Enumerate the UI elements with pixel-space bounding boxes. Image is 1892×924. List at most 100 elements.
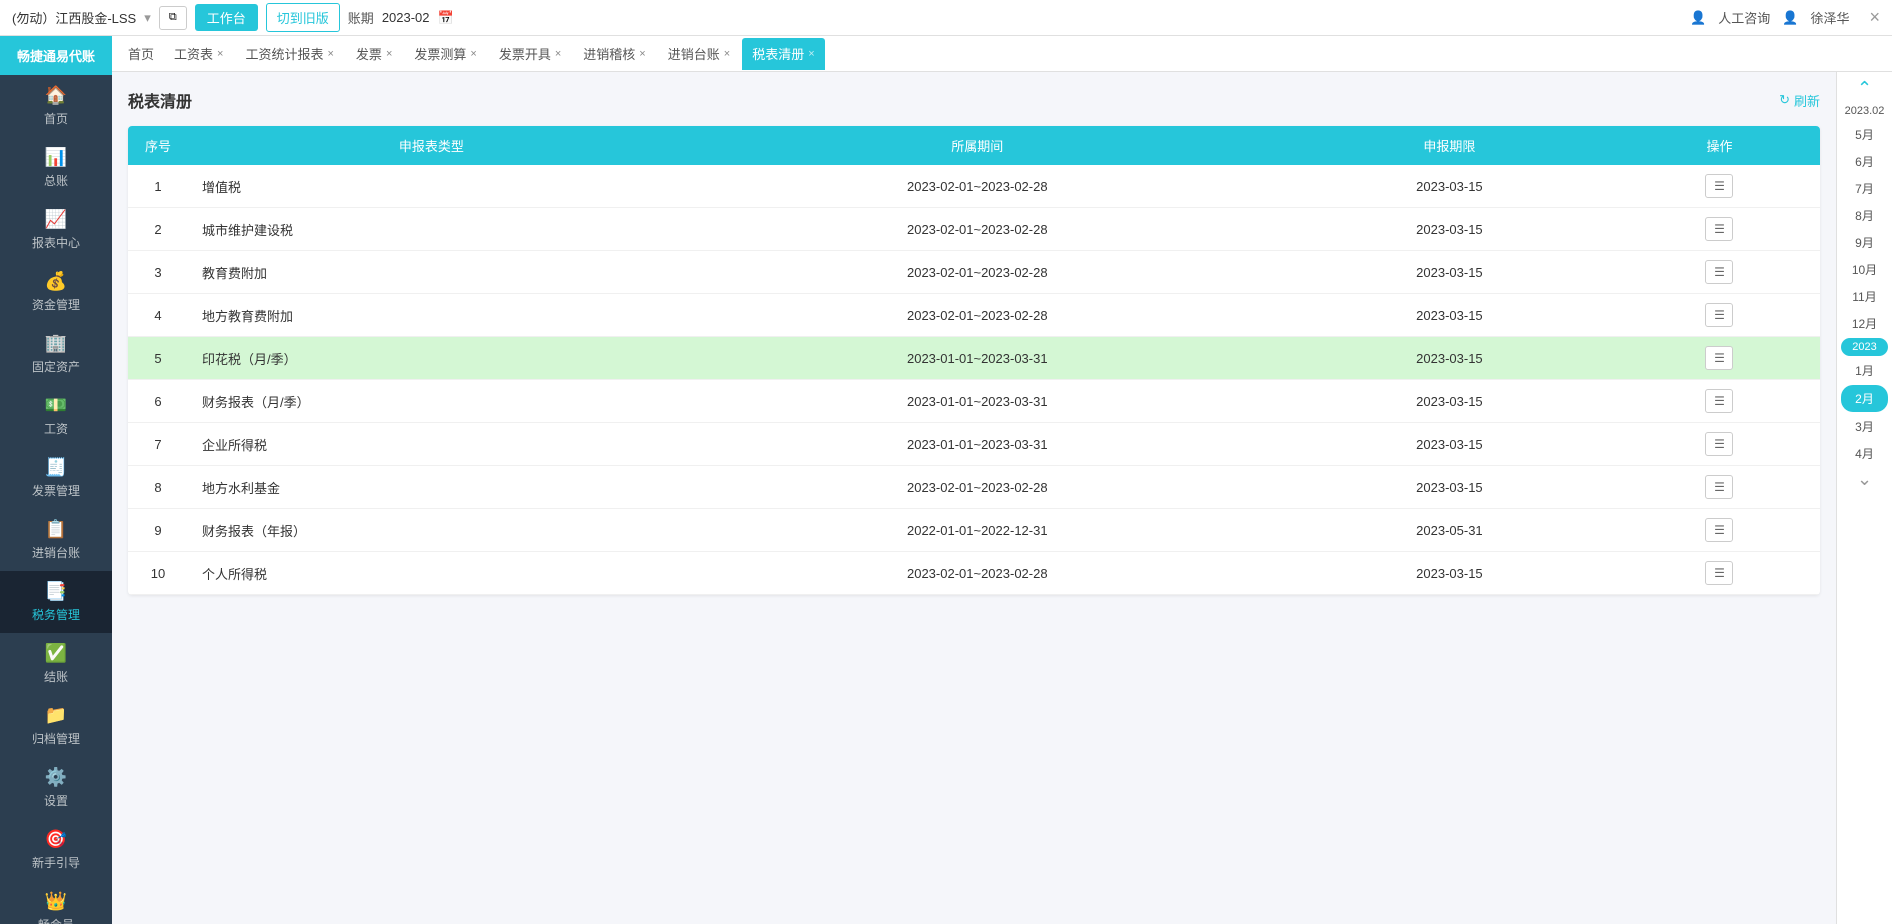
tab-salary[interactable]: 工资表 × [164,38,233,70]
cell-period: 2023-02-01~2023-02-28 [675,208,1280,251]
close-icon[interactable]: × [1869,7,1880,28]
sidebar-item-purchase[interactable]: 📋 进销台账 [0,509,112,571]
period-month-3[interactable]: 3月 [1837,413,1892,440]
tab-invoice-open[interactable]: 发票开具 × [489,38,571,70]
sidebar-item-guide[interactable]: 🎯 新手引导 [0,819,112,881]
period-month-6[interactable]: 6月 [1837,148,1892,175]
sidebar-item-ledger[interactable]: 📊 总账 [0,137,112,199]
sidebar-item-settings[interactable]: ⚙️ 设置 [0,757,112,819]
sidebar-item-label-vip: 畅会员 [38,916,74,924]
fund-icon: 💰 [45,271,67,292]
cell-no: 10 [128,552,188,595]
tax-icon: 📑 [45,581,67,602]
action-detail-button[interactable]: ☰ [1705,303,1733,327]
period-month-2[interactable]: 2月 [1841,385,1888,412]
user-name[interactable]: 徐泽华 [1810,8,1849,27]
purchase-icon: 📋 [45,519,67,540]
tab-salary-report[interactable]: 工资统计报表 × [235,38,343,70]
tab-home[interactable]: 首页 [120,38,162,70]
cell-action: ☰ [1619,208,1820,251]
table-row: 8 地方水利基金 2023-02-01~2023-02-28 2023-03-1… [128,466,1820,509]
period-month-7[interactable]: 7月 [1837,175,1892,202]
tab-purchase-check-close[interactable]: × [639,48,645,60]
cell-no: 5 [128,337,188,380]
tab-tax-list[interactable]: 税表清册 × [742,38,824,70]
period-month-10[interactable]: 10月 [1837,256,1892,283]
cell-deadline: 2023-03-15 [1280,423,1619,466]
tab-invoice[interactable]: 发票 × [346,38,402,70]
period-month-1[interactable]: 1月 [1837,357,1892,384]
sidebar-item-invoice[interactable]: 🧾 发票管理 [0,447,112,509]
table-row: 6 财务报表（月/季） 2023-01-01~2023-03-31 2023-0… [128,380,1820,423]
report-icon: 📈 [45,209,67,230]
action-detail-button[interactable]: ☰ [1705,518,1733,542]
period-value: 2023-02 [382,10,430,25]
sidebar-item-label-settings: 设置 [44,792,68,809]
calendar-icon[interactable]: 📅 [438,10,454,26]
refresh-label: 刷新 [1794,91,1820,110]
copy-button[interactable]: ⧉ [159,6,187,30]
tab-salary-label: 工资表 [174,44,213,63]
period-month-9[interactable]: 9月 [1837,229,1892,256]
tab-invoice-open-close[interactable]: × [555,48,561,60]
sidebar-item-vip[interactable]: 👑 畅会员 [0,881,112,924]
refresh-button[interactable]: ↻ 刷新 [1779,91,1820,110]
action-detail-button[interactable]: ☰ [1705,260,1733,284]
tab-purchase-account-close[interactable]: × [724,48,730,60]
period-month-5[interactable]: 5月 [1837,121,1892,148]
period-month-4[interactable]: 4月 [1837,440,1892,467]
workspace-button[interactable]: 工作台 [195,4,258,31]
ledger-icon: 📊 [45,147,67,168]
cell-action: ☰ [1619,294,1820,337]
action-detail-button[interactable]: ☰ [1705,346,1733,370]
period-month-11[interactable]: 11月 [1837,283,1892,310]
top-bar-right: 👤 人工咨询 👤 徐泽华 × [1690,7,1880,28]
sidebar-item-salary[interactable]: 💵 工资 [0,385,112,447]
tab-invoice-calc[interactable]: 发票测算 × [404,38,486,70]
period-month-12[interactable]: 12月 [1837,310,1892,337]
tab-salary-close[interactable]: × [217,48,223,60]
action-detail-button[interactable]: ☰ [1705,174,1733,198]
action-detail-button[interactable]: ☰ [1705,217,1733,241]
cell-action: ☰ [1619,165,1820,208]
tab-purchase-account[interactable]: 进销台账 × [658,38,740,70]
period-nav-up[interactable]: ⌃ [1857,76,1872,101]
tab-invoice-calc-close[interactable]: × [470,48,476,60]
ai-consult-label[interactable]: 人工咨询 [1718,8,1770,27]
sidebar-item-archive[interactable]: 📁 归档管理 [0,695,112,757]
cell-type: 地方教育费附加 [188,294,675,337]
sidebar-item-label-home: 首页 [44,110,68,127]
period-month-8[interactable]: 8月 [1837,202,1892,229]
sidebar-item-settle[interactable]: ✅ 结账 [0,633,112,695]
refresh-icon: ↻ [1779,92,1790,108]
cell-period: 2023-02-01~2023-02-28 [675,294,1280,337]
cell-deadline: 2023-03-15 [1280,466,1619,509]
cell-deadline: 2023-03-15 [1280,208,1619,251]
sidebar-item-home[interactable]: 🏠 首页 [0,75,112,137]
action-detail-button[interactable]: ☰ [1705,561,1733,585]
cell-no: 1 [128,165,188,208]
cell-deadline: 2023-03-15 [1280,552,1619,595]
tab-invoice-close[interactable]: × [386,48,392,60]
sidebar-item-tax[interactable]: 📑 税务管理 [0,571,112,633]
action-detail-button[interactable]: ☰ [1705,475,1733,499]
tab-salary-report-close[interactable]: × [327,48,333,60]
sidebar-item-assets[interactable]: 🏢 固定资产 [0,323,112,385]
sidebar-item-report[interactable]: 📈 报表中心 [0,199,112,261]
tab-bar: 首页 工资表 × 工资统计报表 × 发票 × 发票测算 × 发票开具 × [112,36,1892,72]
sidebar-item-fund[interactable]: 💰 资金管理 [0,261,112,323]
tab-tax-list-close[interactable]: × [808,48,814,60]
action-detail-button[interactable]: ☰ [1705,389,1733,413]
tab-purchase-check[interactable]: 进销稽核 × [573,38,655,70]
company-dropdown-icon[interactable]: ▾ [144,10,151,26]
cell-no: 7 [128,423,188,466]
cell-no: 6 [128,380,188,423]
cell-deadline: 2023-03-15 [1280,294,1619,337]
switch-old-button[interactable]: 切到旧版 [266,3,340,32]
top-bar-company-name: (勿动）江西股金-LSS [12,8,136,27]
cell-action: ☰ [1619,423,1820,466]
cell-period: 2022-01-01~2022-12-31 [675,509,1280,552]
cell-no: 9 [128,509,188,552]
action-detail-button[interactable]: ☰ [1705,432,1733,456]
period-nav-down[interactable]: ⌄ [1857,467,1872,492]
